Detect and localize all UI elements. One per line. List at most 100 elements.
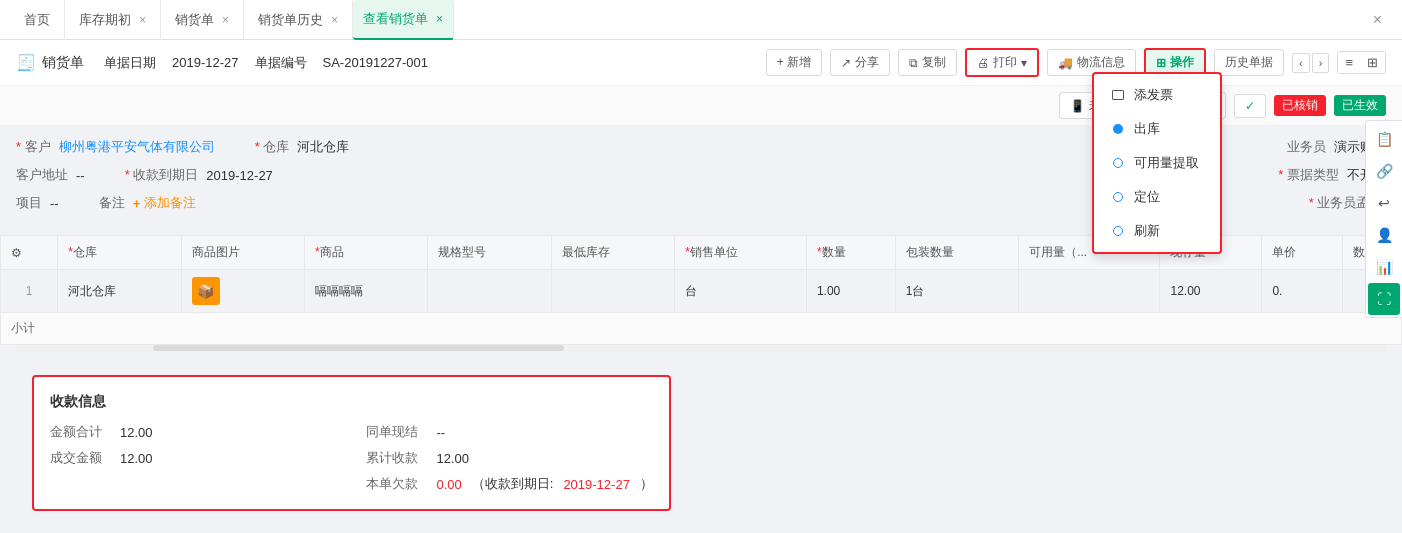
remark-field: 备注 添加备注 — [99, 194, 197, 212]
share-button[interactable]: ↗ 分享 — [830, 49, 890, 76]
th-quantity: *数量 — [806, 236, 895, 270]
operate-icon: ⊞ — [1156, 56, 1166, 70]
table-row: 1 河北仓库 📦 嗝嗝嗝嗝 台 1.00 1台 12.00 0. — [1, 270, 1402, 313]
payment-grid: 金额合计 12.00 同单现结 -- 成交金额 12.00 累计收款 12.00 — [50, 423, 653, 493]
th-settings[interactable]: ⚙ — [1, 236, 58, 270]
payment-section: 收款信息 金额合计 12.00 同单现结 -- 成交金额 12.00 累计收款 … — [32, 375, 671, 511]
sidebar-expand-icon[interactable]: ⛶ — [1368, 283, 1400, 315]
tab-home[interactable]: 首页 — [10, 0, 65, 40]
total-amount-row: 金额合计 12.00 — [50, 423, 336, 441]
same-order-value: -- — [436, 425, 445, 440]
payment-title: 收款信息 — [50, 393, 653, 411]
row-pack-qty: 1台 — [895, 270, 1018, 313]
right-sidebar: 📋 🔗 ↩ 👤 📊 ⛶ — [1365, 120, 1402, 318]
add-invoice-label: 添发票 — [1134, 86, 1173, 104]
sidebar-link-icon[interactable]: 🔗 — [1368, 155, 1400, 187]
close-tab-sales[interactable]: × — [222, 13, 229, 27]
phone-icon: 📱 — [1070, 99, 1085, 113]
ticket-type-label: 票据类型 — [1278, 166, 1339, 184]
sidebar-return-icon[interactable]: ↩ — [1368, 187, 1400, 219]
due-date-label: 收款到期日 — [125, 166, 199, 184]
sidebar-chart-icon[interactable]: 📊 — [1368, 251, 1400, 283]
doc-type-label: 销货单 — [42, 54, 84, 72]
date-label: 单据日期 — [104, 54, 156, 72]
th-warehouse: *仓库 — [58, 236, 181, 270]
list-view-button[interactable]: ≡ — [1338, 52, 1360, 73]
row-min-stock — [551, 270, 674, 313]
new-button[interactable]: + 新增 — [766, 49, 822, 76]
effect-badge: 已生效 — [1334, 95, 1386, 116]
cumulative-row: 累计收款 12.00 — [366, 449, 652, 467]
customer-field: 客户 柳州粤港平安气体有限公司 — [16, 138, 215, 156]
doc-meta: 单据日期 2019-12-27 单据编号 SA-20191227-001 — [104, 54, 428, 72]
close-tab-sales-history[interactable]: × — [331, 13, 338, 27]
close-tab-view-sales[interactable]: × — [436, 12, 443, 26]
add-remark-button[interactable]: 添加备注 — [133, 194, 197, 212]
sales-order-icon: 🧾 — [16, 53, 36, 72]
owe-note: （收款到期日: — [472, 475, 554, 493]
row-spec — [428, 270, 551, 313]
add-invoice-item[interactable]: 添发票 — [1094, 78, 1220, 112]
cumulative-label: 累计收款 — [366, 449, 426, 467]
tab-sales-history[interactable]: 销货单历史 × — [244, 0, 353, 40]
project-label: 项目 — [16, 194, 42, 212]
salesman-label: 业务员孟 — [1309, 194, 1370, 212]
prev-button[interactable]: ‹ — [1292, 53, 1310, 73]
th-image: 商品图片 — [181, 236, 304, 270]
row-quantity: 1.00 — [806, 270, 895, 313]
doc-title: 🧾 销货单 — [16, 53, 84, 72]
refresh-icon — [1110, 223, 1126, 239]
row-price: 0. — [1262, 270, 1342, 313]
due-date-value: 2019-12-27 — [206, 168, 273, 183]
tab-view-sales[interactable]: 查看销货单 × — [353, 0, 454, 40]
tab-inventory-init[interactable]: 库存期初 × — [65, 0, 161, 40]
subtotal-label: 小计 — [1, 313, 1402, 345]
address-value: -- — [76, 168, 85, 183]
transaction-row: 成交金额 12.00 — [50, 449, 336, 467]
customer-value[interactable]: 柳州粤港平安气体有限公司 — [59, 138, 215, 156]
row-current-stock: 12.00 — [1160, 270, 1262, 313]
tab-bar: 首页 库存期初 × 销货单 × 销货单历史 × 查看销货单 × × — [0, 0, 1402, 40]
customer-label: 客户 — [16, 138, 51, 156]
th-unit: *销售单位 — [675, 236, 807, 270]
number-label: 单据编号 — [255, 54, 307, 72]
refresh-item[interactable]: 刷新 — [1094, 214, 1220, 248]
th-min-stock: 最低库存 — [551, 236, 674, 270]
row-num: 1 — [1, 270, 58, 313]
copy-button[interactable]: ⧉ 复制 — [898, 49, 957, 76]
th-price: 单价 — [1262, 236, 1342, 270]
total-amount-value: 12.00 — [120, 425, 153, 440]
sidebar-doc-icon[interactable]: 📋 — [1368, 123, 1400, 155]
truck-icon: 🚚 — [1058, 56, 1073, 70]
available-qty-item[interactable]: 可用量提取 — [1094, 146, 1220, 180]
outbound-icon — [1110, 121, 1126, 137]
total-amount-label: 金额合计 — [50, 423, 110, 441]
available-qty-label: 可用量提取 — [1134, 154, 1199, 172]
tab-sales[interactable]: 销货单 × — [161, 0, 244, 40]
next-button[interactable]: › — [1312, 53, 1330, 73]
close-tab-inventory[interactable]: × — [139, 13, 146, 27]
sidebar-user-icon[interactable]: 👤 — [1368, 219, 1400, 251]
refresh-label: 刷新 — [1134, 222, 1160, 240]
owe-value: 0.00 — [436, 477, 461, 492]
window-close-button[interactable]: × — [1363, 11, 1392, 29]
confirm-button[interactable]: ✓ — [1234, 94, 1266, 118]
outbound-item[interactable]: 出库 — [1094, 112, 1220, 146]
staff-label: 业务员 — [1287, 138, 1326, 156]
th-product: *商品 — [305, 236, 428, 270]
locate-icon — [1110, 189, 1126, 205]
confirm-icon: ✓ — [1245, 99, 1255, 113]
th-pack-qty: 包装数量 — [895, 236, 1018, 270]
history-button[interactable]: 历史单据 — [1214, 49, 1284, 76]
locate-label: 定位 — [1134, 188, 1160, 206]
cumulative-value: 12.00 — [436, 451, 469, 466]
row-product: 嗝嗝嗝嗝 — [305, 270, 428, 313]
row-warehouse: 河北仓库 — [58, 270, 181, 313]
print-button[interactable]: 🖨 打印 ▾ — [965, 48, 1039, 77]
locate-item[interactable]: 定位 — [1094, 180, 1220, 214]
payment-area: 收款信息 金额合计 12.00 同单现结 -- 成交金额 12.00 累计收款 … — [0, 355, 1402, 533]
row-unit: 台 — [675, 270, 807, 313]
add-invoice-icon — [1110, 87, 1126, 103]
warehouse-value: 河北仓库 — [297, 138, 349, 156]
grid-view-button[interactable]: ⊞ — [1360, 52, 1385, 73]
